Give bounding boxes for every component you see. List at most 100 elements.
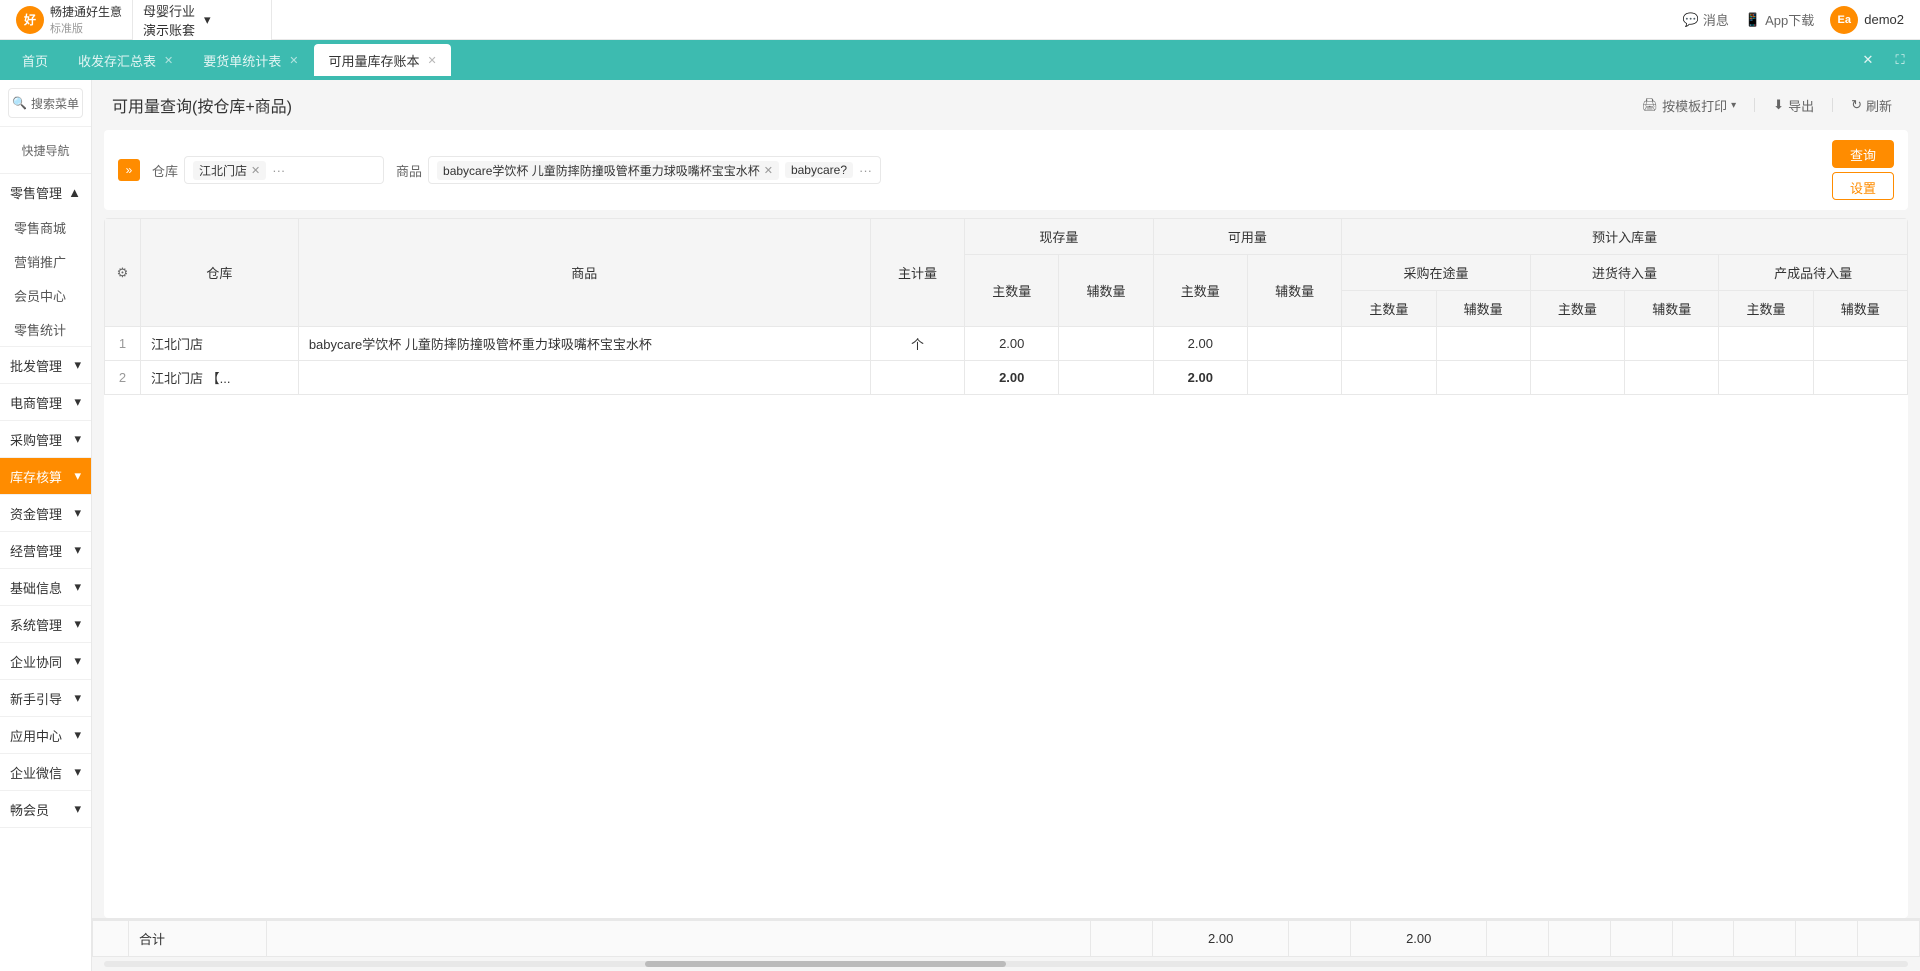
settings-column-header[interactable]: ⚙ — [105, 219, 141, 327]
sidebar-section-basic-header[interactable]: 基础信息 ▾ — [0, 569, 91, 605]
message-icon: 💬 — [1683, 12, 1699, 28]
sidebar-section-purchase-header[interactable]: 采购管理 ▾ — [0, 421, 91, 457]
tab-receive[interactable]: 收发存汇总表 ✕ — [64, 44, 187, 76]
quick-nav-button[interactable]: 快捷导航 — [8, 135, 83, 165]
sidebar-section-retail: 零售管理 ▲ 零售商城 营销推广 会员中心 零售统计 — [0, 174, 91, 347]
incoming-main-2 — [1530, 361, 1624, 395]
sidebar-section-finance: 资金管理 ▾ — [0, 495, 91, 532]
guide-arrow-icon: ▾ — [74, 690, 81, 706]
nav-controls: ✕ ⛶ — [1856, 48, 1912, 72]
sidebar-section-operation-header[interactable]: 经营管理 ▾ — [0, 532, 91, 568]
query-button[interactable]: 查询 — [1832, 140, 1894, 168]
sidebar-section-system-header[interactable]: 系统管理 ▾ — [0, 606, 91, 642]
nav-expand-button[interactable]: ⛶ — [1888, 48, 1912, 72]
quick-nav-area: 快捷导航 — [0, 127, 91, 174]
warehouse-selector[interactable]: 母婴行业演示账套 ▾ — [132, 0, 272, 44]
horizontal-scrollbar[interactable] — [92, 957, 1920, 971]
total-area: 合计 2.00 2.00 — [92, 918, 1920, 971]
purchase-main-1 — [1342, 327, 1436, 361]
unit-column-header: 主计量 — [870, 219, 964, 327]
stock-main-1: 2.00 — [965, 327, 1059, 361]
product-column-header: 商品 — [298, 219, 870, 327]
sidebar-section-ecommerce-header[interactable]: 电商管理 ▾ — [0, 384, 91, 420]
refresh-button[interactable]: ↻ 刷新 — [1843, 92, 1900, 119]
product-tag-1-remove-icon[interactable]: ✕ — [764, 164, 773, 177]
sidebar-section-purchase: 采购管理 ▾ — [0, 421, 91, 458]
sidebar-item-retail-mall[interactable]: 零售商城 — [0, 210, 91, 244]
user-area[interactable]: Ea demo2 — [1830, 6, 1904, 34]
finance-label: 资金管理 — [10, 504, 62, 523]
product-main-header: 主数量 — [1719, 291, 1813, 327]
product-tag-1: babycare学饮杯 儿童防摔防撞吸管杯重力球吸嘴杯宝宝水杯 ✕ — [437, 161, 779, 180]
ecommerce-arrow-icon: ▾ — [74, 394, 81, 410]
print-button[interactable]: 🖨 按模板打印 ▾ — [1634, 92, 1745, 119]
product-main-1 — [1719, 327, 1813, 361]
system-arrow-icon: ▾ — [74, 616, 81, 632]
incoming-main-1 — [1530, 327, 1624, 361]
table-row: 1 江北门店 babycare学饮杯 儿童防摔防撞吸管杯重力球吸嘴杯宝宝水杯 个… — [105, 327, 1908, 361]
operation-label: 经营管理 — [10, 541, 62, 560]
message-button[interactable]: 💬 消息 — [1683, 10, 1729, 29]
wholesale-arrow-icon: ▾ — [74, 357, 81, 373]
sidebar-item-retail-promo[interactable]: 营销推广 — [0, 244, 91, 278]
sidebar-section-wholesale-header[interactable]: 批发管理 ▾ — [0, 347, 91, 383]
purchase-main-header: 主数量 — [1342, 291, 1436, 327]
tab-receive-close-icon[interactable]: ✕ — [164, 54, 173, 67]
warehouse-cell-2: 江北门店 【... — [141, 361, 299, 395]
avail-main-2: 2.00 — [1153, 361, 1247, 395]
sidebar-section-finance-header[interactable]: 资金管理 ▾ — [0, 495, 91, 531]
gear-icon[interactable]: ⚙ — [117, 265, 129, 280]
system-label: 系统管理 — [10, 615, 62, 634]
search-label: 搜索菜单 — [31, 95, 79, 112]
sidebar-section-vip-header[interactable]: 畅会员 ▾ — [0, 791, 91, 827]
table-wrapper[interactable]: ⚙ 仓库 商品 主计量 现存量 可用量 预计入库量 主数量 辅数量 主数量 辅数… — [104, 218, 1908, 918]
app-download-button[interactable]: 📱 App下载 — [1745, 10, 1814, 29]
page-header: 可用量查询(按仓库+商品) 🖨 按模板打印 ▾ ⬇ 导出 ↻ 刷新 — [92, 80, 1920, 130]
unit-cell-2 — [870, 361, 964, 395]
sidebar-section-weixin-header[interactable]: 企业微信 ▾ — [0, 754, 91, 790]
purchase-aux-header: 辅数量 — [1436, 291, 1530, 327]
stock-aux-1 — [1059, 327, 1153, 361]
tab-available-close-icon[interactable]: ✕ — [428, 54, 437, 67]
basic-label: 基础信息 — [10, 578, 62, 597]
tab-available[interactable]: 可用量库存账本 ✕ — [314, 44, 450, 76]
print-chevron-icon: ▾ — [1731, 100, 1736, 111]
total-empty-1 — [93, 921, 129, 957]
sidebar-item-member[interactable]: 会员中心 — [0, 278, 91, 312]
download-label: App下载 — [1765, 10, 1814, 29]
total-empty-9 — [1734, 921, 1796, 957]
divider-2 — [1832, 98, 1833, 112]
sidebar-item-retail-stat[interactable]: 零售统计 — [0, 312, 91, 346]
incoming-aux-1 — [1625, 327, 1719, 361]
avail-aux-2 — [1247, 361, 1341, 395]
tab-order-close-icon[interactable]: ✕ — [289, 54, 298, 67]
top-bar: 好 畅捷通好生意 标准版 母婴行业演示账套 ▾ 💬 消息 📱 App下载 Ea … — [0, 0, 1920, 40]
sidebar-section-enterprise-header[interactable]: 企业协同 ▾ — [0, 643, 91, 679]
stock-main-header: 主数量 — [965, 255, 1059, 327]
logo-icon: 好 — [16, 6, 44, 34]
search-menu-button[interactable]: 🔍 搜索菜单 — [8, 88, 83, 118]
row-num-1: 1 — [105, 327, 141, 361]
export-button[interactable]: ⬇ 导出 — [1765, 92, 1822, 119]
sidebar-section-retail-header[interactable]: 零售管理 ▲ — [0, 174, 91, 210]
sidebar-section-guide-header[interactable]: 新手引导 ▾ — [0, 680, 91, 716]
appstore-label: 应用中心 — [10, 726, 62, 745]
settings-button[interactable]: 设置 — [1832, 172, 1894, 200]
tab-order[interactable]: 要货单统计表 ✕ — [189, 44, 312, 76]
product-more-icon[interactable]: ··· — [859, 163, 872, 178]
sidebar-section-inventory-header[interactable]: 库存核算 ▾ — [0, 458, 91, 494]
username-label: demo2 — [1864, 12, 1904, 27]
nav-close-button[interactable]: ✕ — [1856, 48, 1880, 72]
expand-filter-button[interactable]: » — [118, 159, 140, 181]
product-pending-header: 产成品待入量 — [1719, 255, 1908, 291]
warehouse-more-icon[interactable]: ··· — [272, 163, 285, 178]
sidebar-section-wholesale: 批发管理 ▾ — [0, 347, 91, 384]
sidebar-section-appstore-header[interactable]: 应用中心 ▾ — [0, 717, 91, 753]
scrollbar-thumb[interactable] — [645, 961, 1006, 967]
warehouse-tag-remove-icon[interactable]: ✕ — [251, 164, 260, 177]
total-table: 合计 2.00 2.00 — [92, 920, 1920, 957]
tab-home[interactable]: 首页 — [8, 44, 62, 76]
row-num-2: 2 — [105, 361, 141, 395]
product-input[interactable]: babycare学饮杯 儿童防摔防撞吸管杯重力球吸嘴杯宝宝水杯 ✕ babyca… — [428, 156, 881, 184]
warehouse-input[interactable]: 江北门店 ✕ ··· — [184, 156, 384, 184]
